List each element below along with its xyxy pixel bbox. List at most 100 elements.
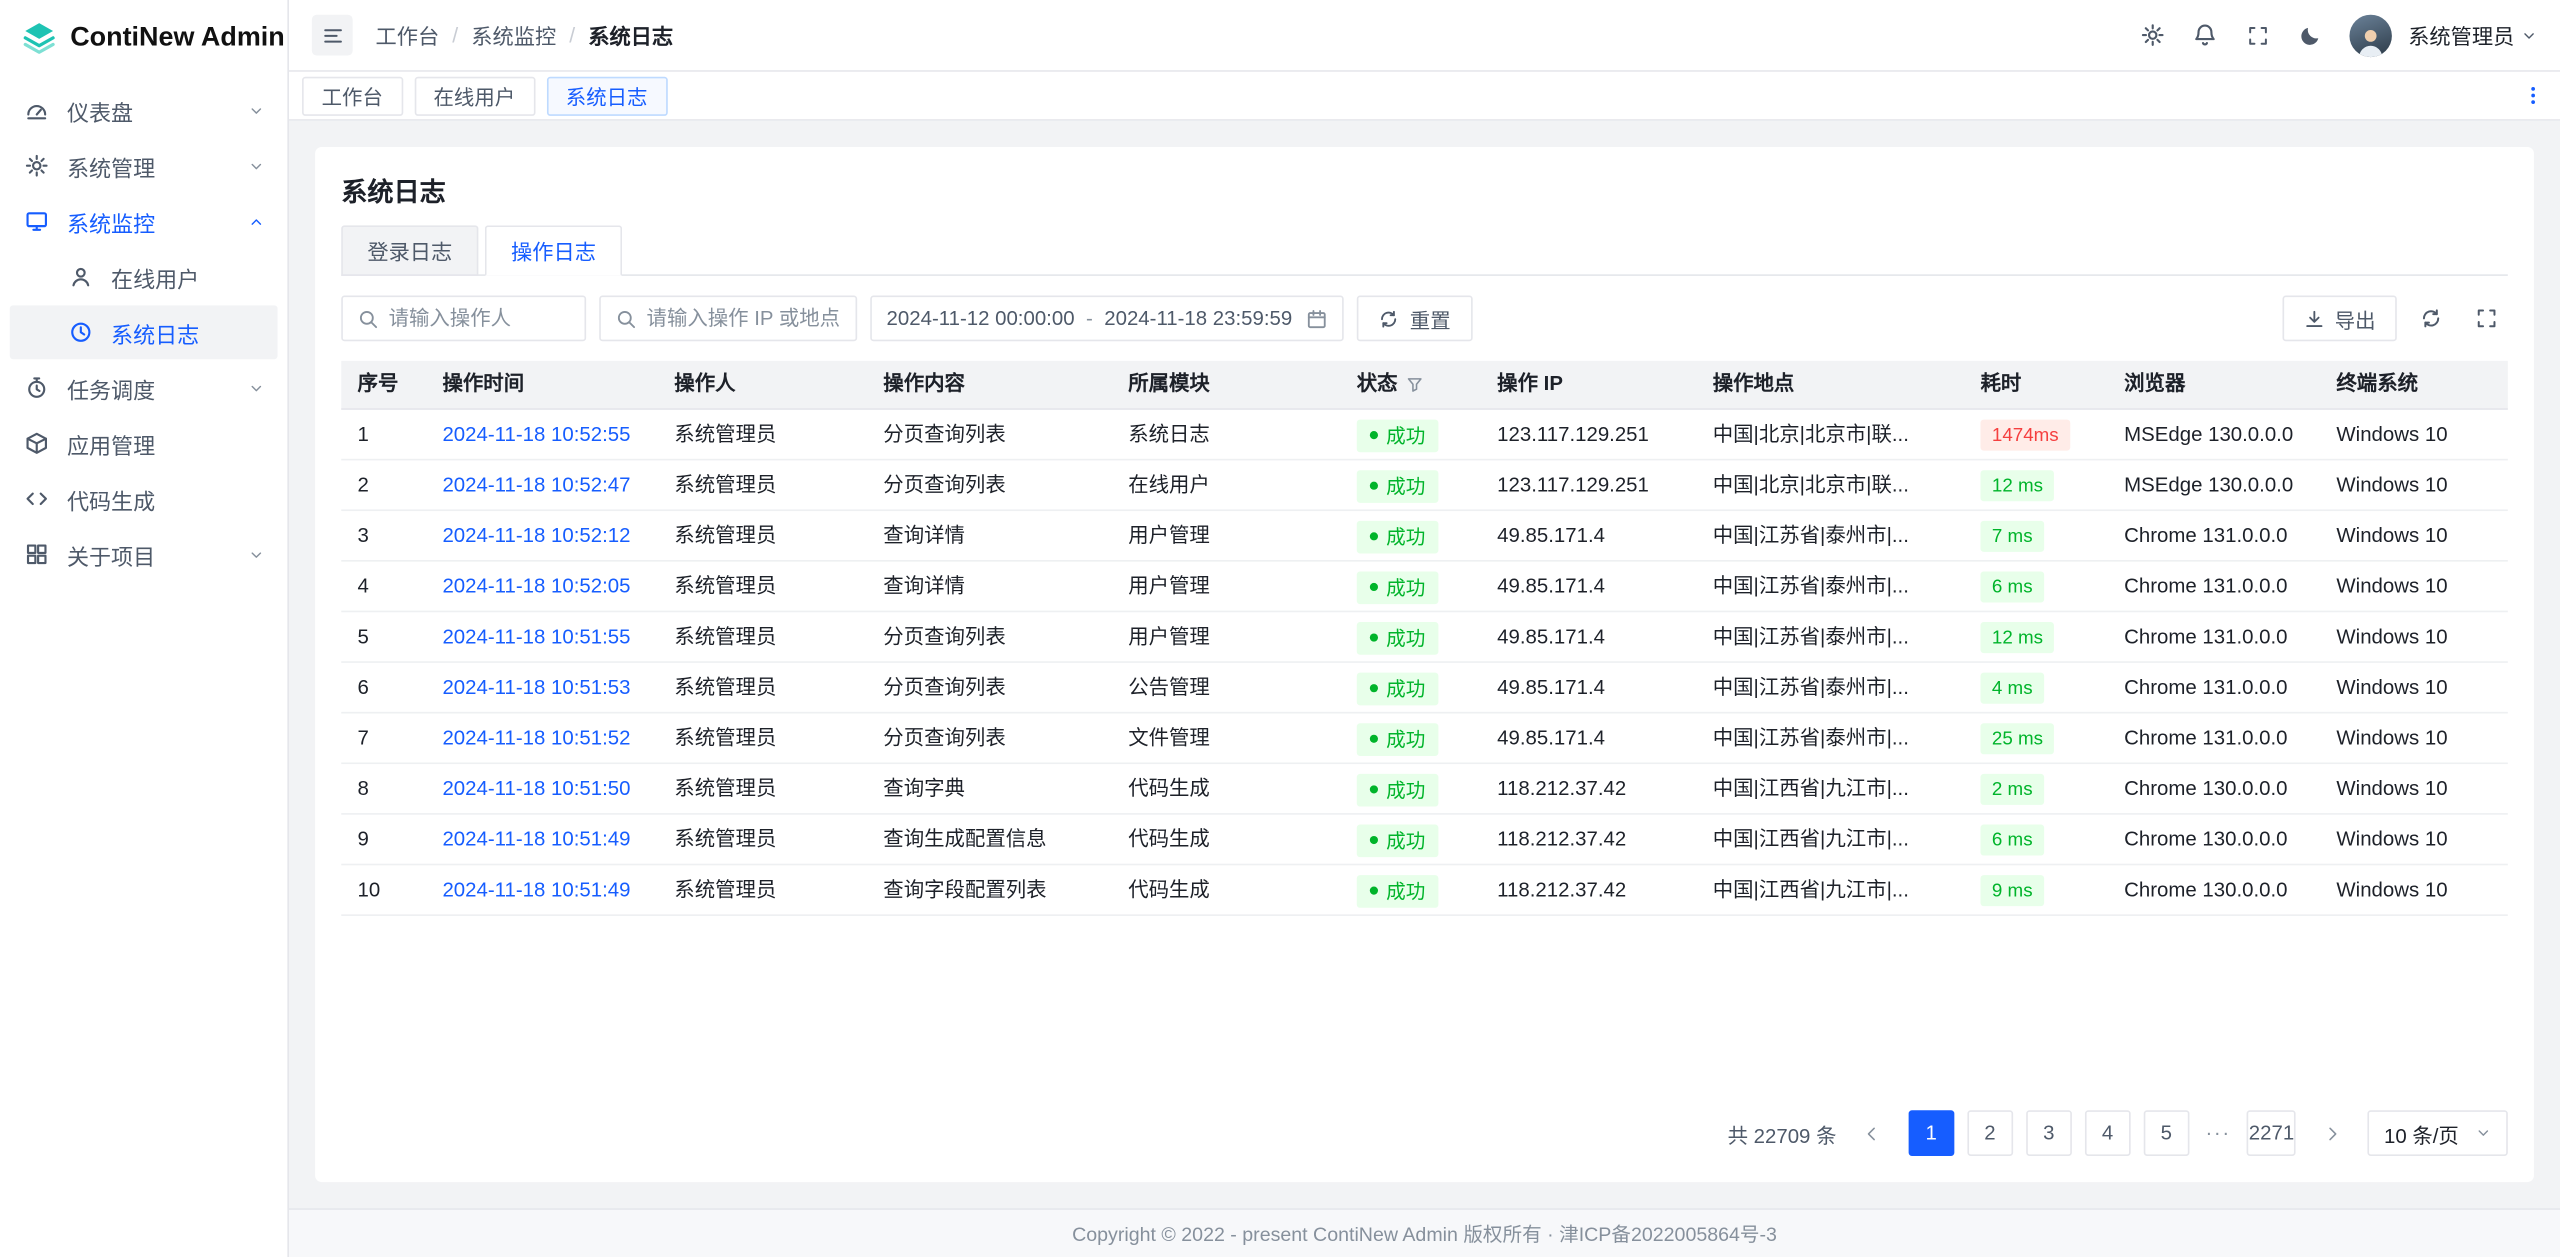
date-separator: - [1086,307,1093,330]
status-dot [1370,735,1378,743]
export-button[interactable]: 导出 [2282,296,2396,342]
sidebar-collapse-button[interactable] [312,15,353,56]
sidebar-item-about-project[interactable]: 关于项目 [10,527,278,581]
fullscreen-button[interactable] [2235,12,2281,58]
sidebar-item-label: 系统管理 [67,149,155,182]
filter-bar: 2024-11-12 00:00:00 - 2024-11-18 23:59:5… [341,296,2508,342]
dark-mode-button[interactable] [2287,12,2333,58]
table-fullscreen-button[interactable] [2465,297,2507,339]
status-badge: 成功 [1357,723,1439,756]
row-content: 分页查询列表 [867,410,1112,459]
row-index: 10 [341,865,426,914]
row-os: Windows 10 [2320,815,2508,864]
sidebar-item-task-schedule[interactable]: 任务调度 [10,361,278,415]
sidebar-item-label: 系统日志 [111,316,199,349]
nav-tabs: 工作台 在线用户 系统日志 [289,72,2560,121]
operation-time-link[interactable]: 2024-11-18 10:51:52 [442,727,630,750]
operation-time-link[interactable]: 2024-11-18 10:51:49 [442,828,630,851]
sidebar-item-dashboard[interactable]: 仪表盘 [10,83,278,137]
row-content: 分页查询列表 [867,460,1112,509]
date-range-picker[interactable]: 2024-11-12 00:00:00 - 2024-11-18 23:59:5… [870,296,1344,342]
operation-time-link[interactable]: 2024-11-18 10:52:12 [442,524,630,547]
row-module: 用户管理 [1112,612,1341,661]
row-browser: Chrome 131.0.0.0 [2108,511,2320,560]
user-menu[interactable]: 系统管理员 [2408,20,2537,51]
row-location: 中国|江西省|九江市|... [1696,815,1964,864]
table-row: 8 2024-11-18 10:51:50 系统管理员 查询字典 代码生成 成功… [341,764,2508,815]
chevron-down-icon [248,380,264,396]
row-operator: 系统管理员 [658,713,867,762]
ip-search-field [599,296,857,342]
next-page-button[interactable] [2309,1110,2355,1156]
sidebar-item-system-log[interactable]: 系统日志 [10,305,278,359]
pagination: 共 22709 条 1 2 3 4 5 ··· 2271 10 条/页 [341,1091,2508,1156]
row-index: 5 [341,612,426,661]
tab-workbench[interactable]: 工作台 [302,76,402,115]
page-size-select[interactable]: 10 条/页 [2368,1110,2508,1156]
chevron-down-icon [248,546,264,562]
row-ip: 118.212.37.42 [1481,865,1697,914]
duration-badge: 9 ms [1980,875,2044,906]
table-row: 2 2024-11-18 10:52:47 系统管理员 分页查询列表 在线用户 … [341,460,2508,511]
filter-funnel-icon[interactable] [1406,376,1424,394]
avatar[interactable] [2349,14,2391,56]
operation-time-link[interactable]: 2024-11-18 10:52:55 [442,423,630,446]
operation-time-link[interactable]: 2024-11-18 10:52:47 [442,473,630,496]
sidebar-item-system-monitor[interactable]: 系统监控 [10,194,278,248]
row-browser: MSEdge 130.0.0.0 [2108,410,2320,459]
notifications-button[interactable] [2183,12,2229,58]
sidebar-item-online-users[interactable]: 在线用户 [10,250,278,304]
status-text: 成功 [1386,411,1425,459]
ip-search-input[interactable] [647,307,841,330]
reset-button[interactable]: 重置 [1358,296,1472,342]
status-text: 成功 [1386,613,1425,661]
chevron-down-icon [248,158,264,174]
sidebar-item-app-management[interactable]: 应用管理 [10,416,278,470]
table-body: 1 2024-11-18 10:52:55 系统管理员 分页查询列表 系统日志 … [341,410,2508,916]
page-button-last[interactable]: 2271 [2247,1110,2296,1156]
page-button-3[interactable]: 3 [2026,1110,2072,1156]
operation-time-link[interactable]: 2024-11-18 10:51:55 [442,625,630,648]
status-dot [1370,786,1378,794]
row-location: 中国|北京|北京市|联... [1696,410,1964,459]
sidebar-item-system-management[interactable]: 系统管理 [10,139,278,193]
breadcrumb-item[interactable]: 工作台 [376,20,440,51]
tab-operation-log[interactable]: 操作日志 [485,225,622,276]
sidebar-item-label: 关于项目 [67,538,155,571]
tabs-more-button[interactable] [2518,81,2547,110]
timer-icon [24,376,48,400]
gauge-icon [24,98,48,122]
row-ip: 49.85.171.4 [1481,663,1697,712]
chevron-down-icon [2475,1125,2491,1141]
breadcrumb: 工作台 / 系统监控 / 系统日志 [376,20,674,51]
refresh-table-button[interactable] [2410,297,2452,339]
operation-time-link[interactable]: 2024-11-18 10:52:05 [442,575,630,598]
code-icon [24,487,48,511]
operation-time-link[interactable]: 2024-11-18 10:51:49 [442,878,630,901]
logo[interactable]: ContiNew Admin [0,0,287,75]
table-row: 4 2024-11-18 10:52:05 系统管理员 查询详情 用户管理 成功… [341,562,2508,613]
status-text: 成功 [1386,715,1425,763]
sidebar-item-code-generation[interactable]: 代码生成 [10,472,278,526]
app-root: ContiNew Admin 仪表盘 系统管理 系统监控 在线用户 [0,0,2560,1257]
operation-time-link[interactable]: 2024-11-18 10:51:50 [442,777,630,800]
row-browser: Chrome 131.0.0.0 [2108,713,2320,762]
header-actions: 系统管理员 [2131,12,2538,58]
tab-online-users[interactable]: 在线用户 [414,76,535,115]
export-label: 导出 [2335,303,2376,334]
breadcrumb-item[interactable]: 系统监控 [471,20,556,51]
tab-system-log[interactable]: 系统日志 [546,76,667,115]
page-button-2[interactable]: 2 [1967,1110,2013,1156]
operator-search-input[interactable] [389,307,570,330]
row-os: Windows 10 [2320,562,2508,611]
footer: Copyright © 2022 - present ContiNew Admi… [289,1208,2560,1257]
page-button-4[interactable]: 4 [2085,1110,2131,1156]
tab-login-log[interactable]: 登录日志 [341,225,478,276]
settings-button[interactable] [2131,12,2177,58]
page-button-1[interactable]: 1 [1908,1110,1954,1156]
prev-page-button[interactable] [1850,1110,1896,1156]
page-ellipsis[interactable]: ··· [2202,1122,2234,1145]
operation-time-link[interactable]: 2024-11-18 10:51:53 [442,676,630,699]
row-location: 中国|江苏省|泰州市|... [1696,663,1964,712]
page-button-5[interactable]: 5 [2143,1110,2189,1156]
